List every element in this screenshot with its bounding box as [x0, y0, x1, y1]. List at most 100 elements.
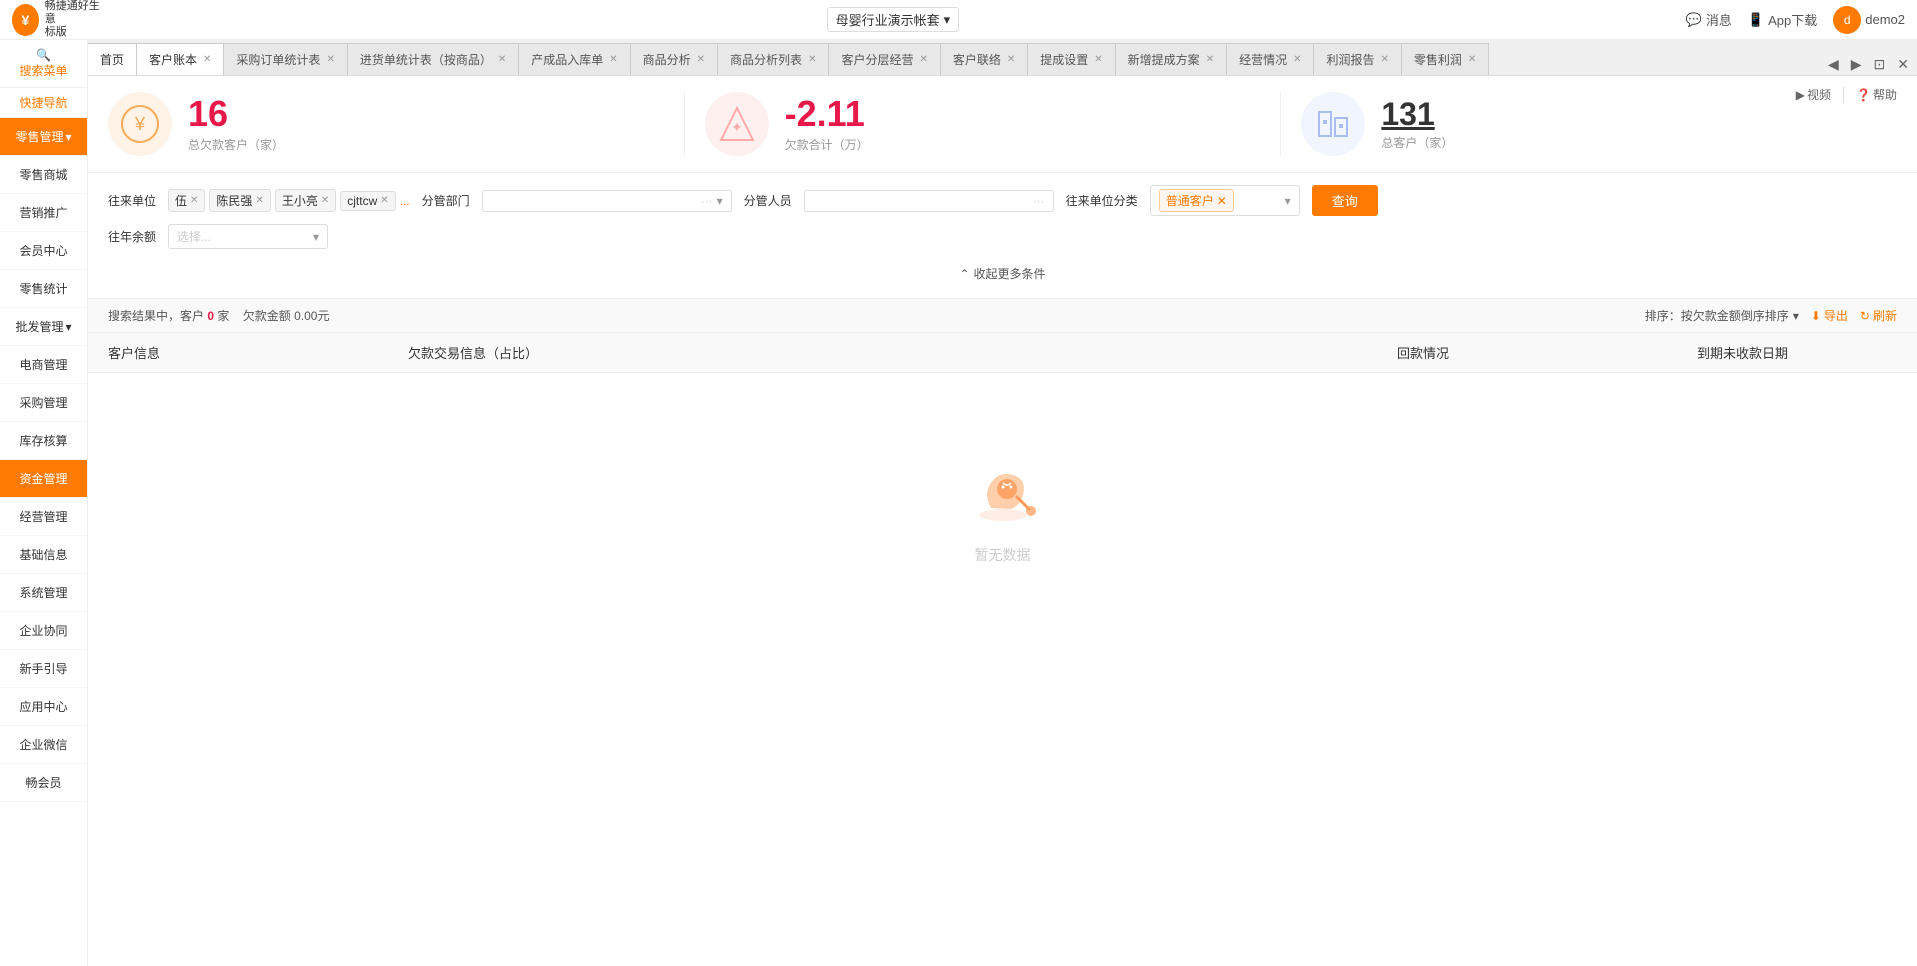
tab-prev-button[interactable]: ◀	[1824, 54, 1843, 75]
tab-profit-report[interactable]: 利润报告 ✕	[1314, 43, 1401, 75]
sidebar-item-member-center[interactable]: 会员中心	[0, 232, 87, 270]
tab-close-production-inbound[interactable]: ✕	[609, 54, 617, 65]
tab-promotion-settings[interactable]: 提成设置 ✕	[1028, 43, 1115, 75]
sidebar-search[interactable]: 🔍 搜索菜单	[0, 40, 87, 88]
company-selector[interactable]: 母婴行业演示帐套 ▾	[827, 7, 960, 32]
sort-selector[interactable]: 排序：按欠款金额倒序排序 ▾	[1645, 307, 1799, 324]
top-header: ¥ 畅捷通好生意 标版 母婴行业演示帐套 ▾ 💬 消息 📱 App下载 d de…	[0, 0, 1917, 40]
user-avatar-button[interactable]: d demo2	[1833, 6, 1905, 34]
tab-close-goods-stats[interactable]: ✕	[498, 54, 506, 65]
filter-tag-wu: 伍 ✕	[168, 189, 205, 212]
app-download-button[interactable]: 📱 App下载	[1748, 10, 1817, 29]
sidebar-item-ecommerce[interactable]: 电商管理	[0, 346, 87, 384]
tab-close-add-achievement[interactable]: ✕	[1206, 54, 1214, 65]
svg-text:¥: ¥	[134, 114, 146, 134]
export-button[interactable]: ⬇ 导出	[1811, 307, 1848, 324]
collapse-button[interactable]: ⌃ 收起更多条件	[947, 261, 1057, 286]
filter-tag-cjttcw: cjttcw ✕	[340, 191, 395, 211]
filter-tag-cjttcw-close[interactable]: ✕	[380, 195, 388, 206]
filter-dept-label: 分管部门	[422, 192, 470, 209]
stat-info-customers: 16 总欠款客户（家）	[188, 96, 284, 153]
sidebar-item-marketing-promo[interactable]: 营销推广	[0, 194, 87, 232]
tab-close-retail-profit[interactable]: ✕	[1468, 54, 1476, 65]
results-info: 搜索结果中，客户 0 家 欠款金额 0.00元	[108, 307, 329, 324]
stat-icon-total	[1301, 92, 1365, 156]
filter-category-label: 往来单位分类	[1066, 192, 1138, 209]
sidebar-item-inventory[interactable]: 库存核算	[0, 422, 87, 460]
stat-overdue-amount: ✦ -2.11 欠款合计（万）	[705, 92, 1282, 156]
refresh-button[interactable]: ↻ 刷新	[1860, 307, 1897, 324]
tab-close-customer-ledger[interactable]: ✕	[203, 54, 211, 65]
tab-next-button[interactable]: ▶	[1847, 54, 1866, 75]
chevron-down-icon: ▾	[1793, 309, 1799, 323]
stats-actions: ▶ 视频 ❓ 帮助	[1796, 86, 1897, 103]
filter-unit-label: 往来单位	[108, 192, 156, 209]
tab-close-customer-segment[interactable]: ✕	[919, 54, 927, 65]
sidebar-item-system[interactable]: 系统管理	[0, 574, 87, 612]
tab-customer-segment[interactable]: 客户分层经营 ✕	[829, 43, 940, 75]
stat-total-customers: ¥ 16 总欠款客户（家）	[108, 92, 685, 156]
tab-customer-ledger[interactable]: 客户账本 ✕	[137, 43, 224, 75]
tab-product-analysis-list[interactable]: 商品分析列表 ✕	[718, 43, 829, 75]
tab-retail-profit[interactable]: 零售利润 ✕	[1402, 43, 1489, 75]
filter-dept-select[interactable]: ··· ▾	[482, 190, 732, 212]
export-icon: ⬇	[1811, 309, 1821, 323]
filter-category-select[interactable]: 普通客户 ✕ ▾	[1150, 185, 1300, 216]
help-button[interactable]: ❓ 帮助	[1856, 86, 1897, 103]
tab-close-product-analysis-list[interactable]: ✕	[808, 54, 816, 65]
filter-row-2: 往年余额 选择... ▾	[108, 224, 1897, 249]
sidebar-item-retail-management[interactable]: 零售管理 ▾	[0, 118, 87, 156]
col-header-overdue-info: 欠款交易信息（占比）	[408, 343, 1397, 362]
sidebar-item-app-center[interactable]: 应用中心	[0, 688, 87, 726]
tab-purchase-order-stats[interactable]: 采购订单统计表 ✕	[224, 43, 347, 75]
sidebar-item-capital[interactable]: 资金管理	[0, 460, 87, 498]
sidebar-item-basic-info[interactable]: 基础信息	[0, 536, 87, 574]
filter-tag-wang: 王小亮 ✕	[275, 189, 336, 212]
sidebar: 🔍 搜索菜单 快捷导航 零售管理 ▾ 零售商城 营销推广 会员中心 零售统计 批…	[0, 40, 88, 966]
sidebar-item-vip[interactable]: 畅会员	[0, 764, 87, 802]
tab-add-achievement[interactable]: 新增提成方案 ✕	[1116, 43, 1227, 75]
tab-close-promotion-settings[interactable]: ✕	[1094, 54, 1102, 65]
tab-home[interactable]: 首页	[88, 43, 137, 75]
filter-person-label: 分管人员	[744, 192, 792, 209]
filter-remainder-select[interactable]: 选择... ▾	[168, 224, 328, 249]
sidebar-item-purchase[interactable]: 采购管理	[0, 384, 87, 422]
tab-product-analysis[interactable]: 商品分析 ✕	[631, 43, 718, 75]
filter-remainder-placeholder: 选择...	[177, 228, 309, 245]
sidebar-item-retail-mall[interactable]: 零售商城	[0, 156, 87, 194]
chevron-down-icon: ▾	[313, 230, 319, 244]
filter-tag-wang-close[interactable]: ✕	[321, 195, 329, 206]
tab-production-inbound[interactable]: 产成品入库单 ✕	[519, 43, 630, 75]
filter-person-select[interactable]: ···	[804, 190, 1054, 212]
tab-close-business-situation[interactable]: ✕	[1293, 54, 1301, 65]
sidebar-item-operations[interactable]: 经营管理	[0, 498, 87, 536]
filter-tag-chen-close[interactable]: ✕	[255, 195, 263, 206]
tab-expand-button[interactable]: ⊡	[1870, 54, 1890, 75]
tab-close-profit-report[interactable]: ✕	[1381, 54, 1389, 65]
tab-goods-stats[interactable]: 进货单统计表（按商品） ✕	[348, 43, 519, 75]
sidebar-item-enterprise-wechat[interactable]: 企业微信	[0, 726, 87, 764]
category-tag-close[interactable]: ✕	[1217, 194, 1227, 208]
tab-close-purchase-order-stats[interactable]: ✕	[326, 54, 334, 65]
stat-total-customers-label: 总欠款客户（家）	[188, 136, 284, 153]
empty-label: 暂无数据	[975, 545, 1031, 565]
sidebar-item-enterprise-coop[interactable]: 企业协同	[0, 612, 87, 650]
tab-business-situation[interactable]: 经营情况 ✕	[1227, 43, 1314, 75]
messages-button[interactable]: 💬 消息	[1686, 10, 1732, 29]
tab-customer-contact[interactable]: 客户联络 ✕	[941, 43, 1028, 75]
refresh-icon: ↻	[1860, 309, 1870, 323]
stat-overdue-label: 欠款合计（万）	[785, 136, 869, 153]
sidebar-item-new-guide[interactable]: 新手引导	[0, 650, 87, 688]
chevron-icon: ▾	[65, 130, 71, 144]
sidebar-quick-nav[interactable]: 快捷导航	[0, 88, 87, 118]
video-button[interactable]: ▶ 视频	[1796, 86, 1831, 103]
stat-info-overdue: -2.11 欠款合计（万）	[785, 96, 869, 153]
filter-tag-wu-close[interactable]: ✕	[190, 195, 198, 206]
tab-close-all-button[interactable]: ✕	[1893, 54, 1913, 75]
query-button[interactable]: 查询	[1312, 185, 1378, 216]
sidebar-item-retail-stats[interactable]: 零售统计	[0, 270, 87, 308]
tab-close-customer-contact[interactable]: ✕	[1007, 54, 1015, 65]
tab-close-product-analysis[interactable]: ✕	[697, 54, 705, 65]
filter-more-button[interactable]: ...	[400, 194, 410, 208]
sidebar-item-wholesale-management[interactable]: 批发管理 ▾	[0, 308, 87, 346]
